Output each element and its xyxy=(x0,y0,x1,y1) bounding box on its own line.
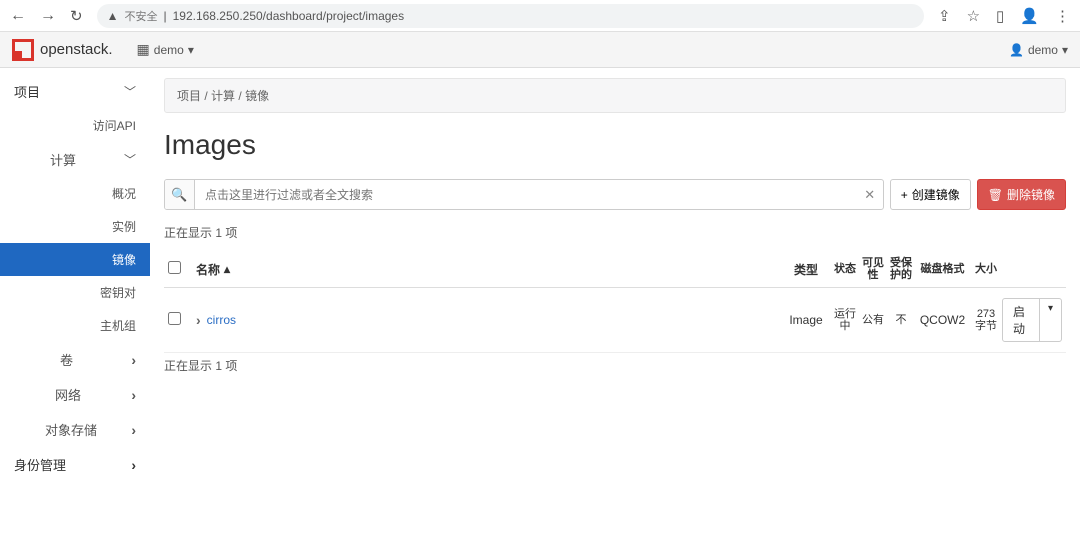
plus-icon: + xyxy=(901,188,908,202)
row-disk-format: QCOW2 xyxy=(915,313,970,327)
row-checkbox-cell xyxy=(168,312,196,328)
browser-address-bar[interactable]: ▲ 不安全 | 192.168.250.250/dashboard/projec… xyxy=(97,4,924,28)
user-selector[interactable]: 👤 demo ▾ xyxy=(1009,43,1068,57)
sidebar: 项目 ﹀ 访问API 计算 ﹀ 概况 实例 镜像 密钥对 主机组 卷 › 网 xyxy=(0,68,150,482)
header-protected[interactable]: 受保护的 xyxy=(887,257,915,281)
sidebar-item-network[interactable]: 网络 › xyxy=(0,377,150,412)
chevron-down-icon: ﹀ xyxy=(124,151,136,168)
browser-right-icons: ⇪ ☆ ▯ 👤 ⋮ xyxy=(938,7,1070,25)
row-select-checkbox[interactable] xyxy=(168,312,181,325)
table-row: › cirros Image 运行中 公有 不 QCOW2 273 字节 启动 … xyxy=(164,288,1066,353)
sidebar-item-object-storage[interactable]: 对象存储 › xyxy=(0,412,150,447)
sidebar-item-volumes[interactable]: 卷 › xyxy=(0,342,150,377)
breadcrumb: 项目 / 计算 / 镜像 xyxy=(164,78,1066,113)
page-title: Images xyxy=(164,129,1066,161)
sidebar-item-compute[interactable]: 计算 ﹀ xyxy=(0,142,150,177)
breadcrumb-compute[interactable]: 计算 xyxy=(211,89,235,103)
sort-asc-icon: ▴ xyxy=(224,262,230,276)
header-status[interactable]: 状态 xyxy=(831,263,859,275)
user-name: demo xyxy=(1028,43,1058,57)
row-action-button: 启动 ▾ xyxy=(1002,298,1062,342)
sidebar-item-identity[interactable]: 身份管理 › xyxy=(0,447,150,482)
sidebar-item-hostgroups[interactable]: 主机组 xyxy=(0,309,150,342)
header-disk-format[interactable]: 磁盘格式 xyxy=(915,263,970,275)
chevron-right-icon: › xyxy=(131,387,136,403)
project-dot-icon: ▦ xyxy=(137,41,150,58)
brand-text: openstack. xyxy=(40,41,113,58)
browser-chrome: ← → ↻ ▲ 不安全 | 192.168.250.250/dashboard/… xyxy=(0,0,1080,32)
sidebar-item-overview[interactable]: 概况 xyxy=(0,177,150,210)
project-selector[interactable]: ▦ demo ▾ xyxy=(137,41,194,58)
openstack-logo-icon xyxy=(12,39,34,61)
row-size: 273 字节 xyxy=(970,308,1002,332)
browser-url-text: 192.168.250.250/dashboard/project/images xyxy=(173,9,405,23)
search-container: 🔍 ✕ xyxy=(164,179,884,210)
row-protected: 不 xyxy=(887,314,915,326)
app-header: openstack. ▦ demo ▾ 👤 demo ▾ xyxy=(0,32,1080,68)
address-separator: | xyxy=(163,9,166,23)
image-name-link[interactable]: cirros xyxy=(207,313,236,327)
sidebar-item-api[interactable]: 访问API xyxy=(0,109,150,142)
chevron-right-icon: › xyxy=(131,422,136,438)
panel-icon[interactable]: ▯ xyxy=(996,7,1004,25)
insecure-label: 不安全 xyxy=(124,8,157,24)
user-icon: 👤 xyxy=(1009,43,1024,57)
chevron-down-icon: ▾ xyxy=(188,43,194,57)
menu-icon[interactable]: ⋮ xyxy=(1055,7,1070,25)
browser-forward-icon[interactable]: → xyxy=(40,7,56,25)
chevron-right-icon: › xyxy=(131,352,136,368)
chevron-down-icon: ﹀ xyxy=(124,83,136,100)
profile-icon[interactable]: 👤 xyxy=(1020,7,1039,25)
clear-search-icon[interactable]: ✕ xyxy=(857,180,883,209)
project-name: demo xyxy=(154,43,184,57)
header-visibility[interactable]: 可见性 xyxy=(859,257,887,281)
sidebar-item-instances[interactable]: 实例 xyxy=(0,210,150,243)
chevron-down-icon: ▾ xyxy=(1062,43,1068,57)
sidebar-item-project[interactable]: 项目 ﹀ xyxy=(0,74,150,109)
row-name-cell[interactable]: › cirros xyxy=(196,312,781,328)
table-header: 名称 ▴ 类型 状态 可见性 受保护的 磁盘格式 大小 xyxy=(164,251,1066,288)
header-type[interactable]: 类型 xyxy=(781,261,831,278)
insecure-warning-icon: ▲ xyxy=(107,9,119,23)
chevron-right-icon: › xyxy=(131,457,136,473)
create-image-button[interactable]: + 创建镜像 xyxy=(890,179,971,210)
header-size[interactable]: 大小 xyxy=(970,263,1002,275)
row-status: 运行中 xyxy=(831,308,859,332)
launch-button[interactable]: 启动 xyxy=(1003,299,1040,341)
search-icon[interactable]: 🔍 xyxy=(165,180,195,209)
main-content: 项目 / 计算 / 镜像 Images 🔍 ✕ + 创建镜像 🗑 删除镜像 正在… xyxy=(150,68,1080,482)
toolbar: 🔍 ✕ + 创建镜像 🗑 删除镜像 xyxy=(164,179,1066,210)
row-type: Image xyxy=(781,313,831,327)
search-input[interactable] xyxy=(195,180,857,209)
images-table: 名称 ▴ 类型 状态 可见性 受保护的 磁盘格式 大小 › cirros xyxy=(164,251,1066,353)
count-top: 正在显示 1 项 xyxy=(164,220,1066,251)
expand-row-icon[interactable]: › xyxy=(196,312,201,328)
sidebar-item-keypairs[interactable]: 密钥对 xyxy=(0,276,150,309)
delete-image-button[interactable]: 🗑 删除镜像 xyxy=(977,179,1066,210)
header-checkbox-cell xyxy=(168,261,196,277)
star-icon[interactable]: ☆ xyxy=(967,7,980,25)
sidebar-item-images[interactable]: 镜像 xyxy=(0,243,150,276)
trash-icon: 🗑 xyxy=(988,188,1003,202)
browser-back-icon[interactable]: ← xyxy=(10,7,26,25)
select-all-checkbox[interactable] xyxy=(168,261,181,274)
action-dropdown-caret-icon[interactable]: ▾ xyxy=(1040,299,1061,341)
count-bottom: 正在显示 1 项 xyxy=(164,353,1066,384)
row-action-cell: 启动 ▾ xyxy=(1002,298,1062,342)
breadcrumb-project[interactable]: 项目 xyxy=(177,89,201,103)
browser-reload-icon[interactable]: ↻ xyxy=(70,7,83,25)
share-icon[interactable]: ⇪ xyxy=(938,7,951,25)
header-name[interactable]: 名称 ▴ xyxy=(196,261,781,278)
row-visibility: 公有 xyxy=(859,314,887,326)
breadcrumb-images: 镜像 xyxy=(245,89,269,103)
